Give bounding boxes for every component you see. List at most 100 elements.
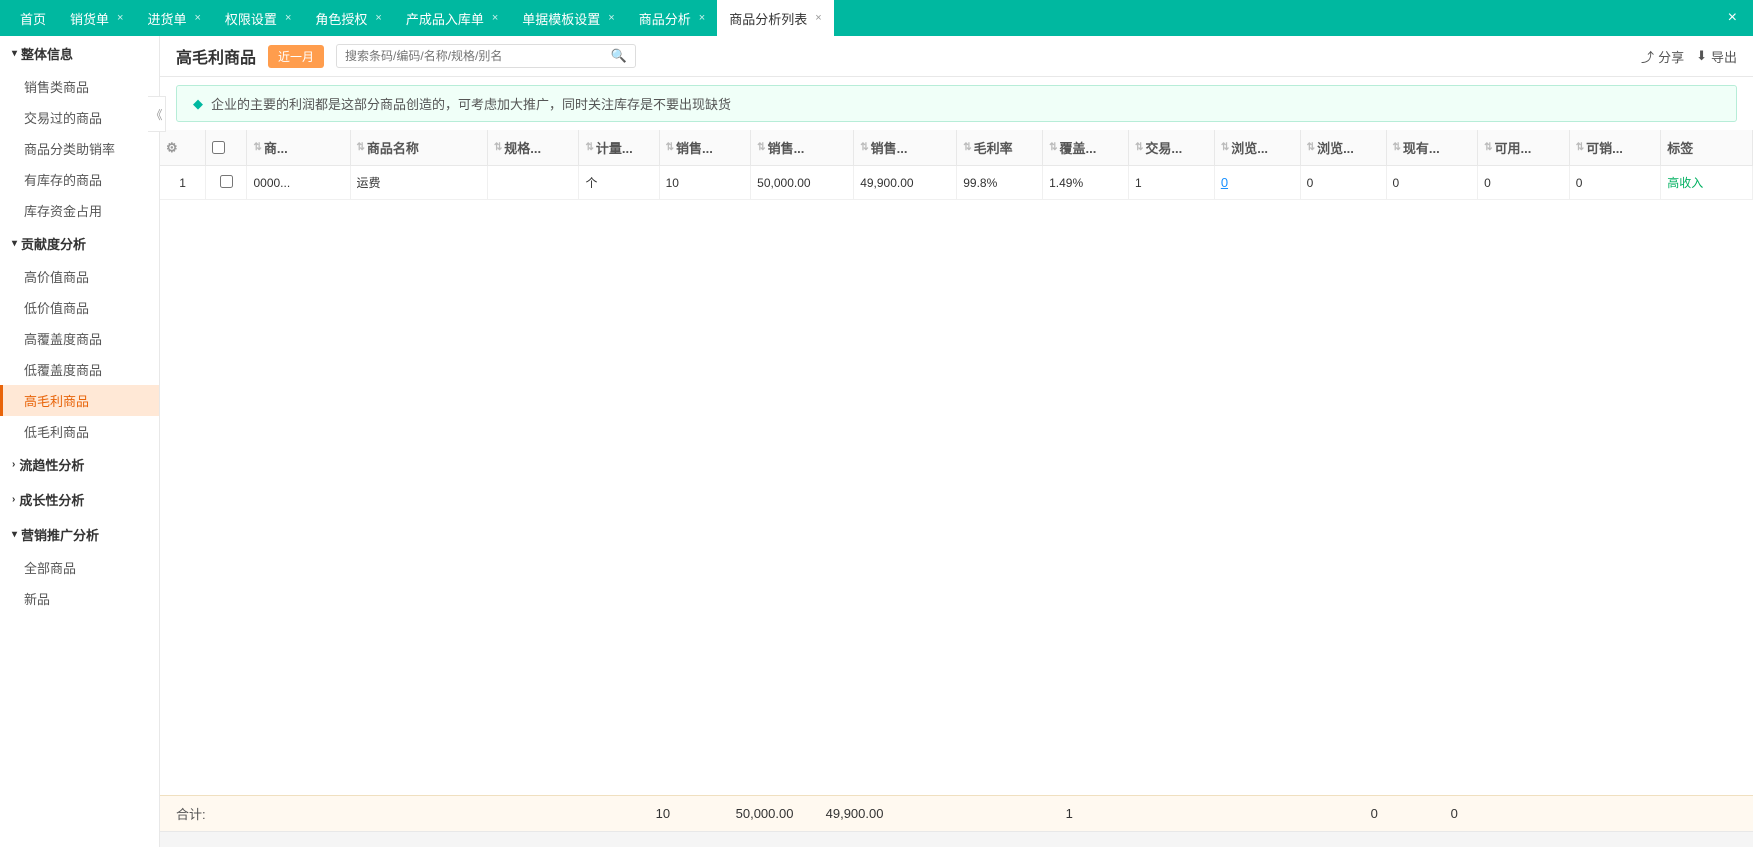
- nav-tab-goods-list[interactable]: 商品分析列表 ×: [717, 0, 833, 36]
- cell-check[interactable]: [206, 166, 247, 200]
- sidebar-section-marketing[interactable]: ▾ 营销推广分析: [0, 517, 159, 552]
- sidebar-item-low-margin[interactable]: 低毛利商品: [0, 416, 159, 447]
- cell-code: 0000...: [247, 166, 350, 200]
- sidebar-section-growth[interactable]: › 成长性分析: [0, 482, 159, 517]
- sort-icon[interactable]: ⇅: [1393, 142, 1401, 153]
- table-wrapper: ⚙ ⇅ 商...: [160, 130, 1753, 847]
- th-available-stock: ⇅ 可用...: [1478, 130, 1570, 166]
- select-all-checkbox[interactable]: [212, 141, 225, 154]
- close-template-tab[interactable]: ×: [608, 12, 614, 24]
- close-goods-list-tab[interactable]: ×: [815, 12, 821, 24]
- top-nav: 首页 销货单 × 进货单 × 权限设置 × 角色授权 × 产成品入库单 × 单据…: [0, 0, 1753, 36]
- search-icon[interactable]: 🔍: [611, 48, 627, 64]
- sidebar-section-contribution[interactable]: ▾ 贡献度分析: [0, 226, 159, 261]
- sidebar-item-stock-capital[interactable]: 库存资金占用: [0, 195, 159, 226]
- export-icon: ⬇: [1696, 48, 1707, 64]
- sidebar-item-sales-goods[interactable]: 销售类商品: [0, 71, 159, 102]
- cell-saleable: 0: [1569, 166, 1661, 200]
- th-browse2: ⇅ 浏览...: [1300, 130, 1386, 166]
- sidebar-item-low-value[interactable]: 低价值商品: [0, 292, 159, 323]
- sidebar-item-category-rate[interactable]: 商品分类助销率: [0, 133, 159, 164]
- content-title: 高毛利商品: [176, 44, 256, 68]
- nav-tab-role[interactable]: 角色授权 ×: [303, 0, 393, 36]
- horizontal-scrollbar[interactable]: [160, 831, 1753, 847]
- nav-tab-sales[interactable]: 销货单 ×: [58, 0, 135, 36]
- total-coverage-empty: [985, 806, 1060, 821]
- sort-icon[interactable]: ⇅: [1484, 142, 1492, 153]
- total-cell-empty6: [580, 806, 650, 821]
- nav-tab-purchase[interactable]: 进货单 ×: [135, 0, 212, 36]
- th-check: [206, 130, 247, 166]
- total-sales-qty: 10: [650, 806, 730, 821]
- content-header: 高毛利商品 近一月 🔍 ⤴ 分享 ⬇ 导出: [160, 36, 1753, 77]
- collapse-arrow-trend: ›: [12, 459, 15, 470]
- th-coverage: ⇅ 覆盖...: [1043, 130, 1129, 166]
- sidebar-item-high-margin[interactable]: 高毛利商品: [0, 385, 159, 416]
- total-browse1-empty: [1135, 806, 1210, 821]
- share-button[interactable]: ⤴ 分享: [1641, 47, 1684, 66]
- sidebar-item-stock-goods[interactable]: 有库存的商品: [0, 164, 159, 195]
- cell-browse1[interactable]: 0: [1214, 166, 1300, 200]
- search-box[interactable]: 🔍: [336, 44, 636, 68]
- cell-unit: 个: [579, 166, 659, 200]
- sort-icon[interactable]: ⇅: [585, 142, 593, 153]
- close-stock-in-tab[interactable]: ×: [492, 12, 498, 24]
- browse1-link[interactable]: 0: [1221, 175, 1228, 190]
- sort-icon[interactable]: ⇅: [1307, 142, 1315, 153]
- th-code: ⇅ 商...: [247, 130, 350, 166]
- cell-current-stock: 0: [1386, 166, 1478, 200]
- total-current-empty: [1285, 806, 1365, 821]
- nav-tab-stock-in[interactable]: 产成品入库单 ×: [394, 0, 510, 36]
- sidebar-item-high-coverage[interactable]: 高覆盖度商品: [0, 323, 159, 354]
- export-button[interactable]: ⬇ 导出: [1696, 47, 1737, 66]
- th-sales-profit: ⇅ 销售...: [854, 130, 957, 166]
- cell-tag: 高收入: [1661, 166, 1753, 200]
- cell-sales-profit: 49,900.00: [854, 166, 957, 200]
- search-input[interactable]: [345, 49, 611, 63]
- total-saleable: 0: [1445, 806, 1525, 821]
- th-unit: ⇅ 计量...: [579, 130, 659, 166]
- sort-icon[interactable]: ⇅: [860, 142, 868, 153]
- th-name: ⇅ 商品名称: [350, 130, 487, 166]
- sidebar-item-traded-goods[interactable]: 交易过的商品: [0, 102, 159, 133]
- nav-tab-template[interactable]: 单据模板设置 ×: [510, 0, 626, 36]
- cell-coverage: 1.49%: [1043, 166, 1129, 200]
- sidebar-item-high-value[interactable]: 高价值商品: [0, 261, 159, 292]
- sort-icon[interactable]: ⇅: [757, 142, 765, 153]
- settings-icon[interactable]: ⚙: [166, 140, 178, 156]
- close-purchase-tab[interactable]: ×: [194, 12, 200, 24]
- sort-icon[interactable]: ⇅: [666, 142, 674, 153]
- total-cell-empty3: [290, 806, 380, 821]
- total-sales-profit: 49,900.00: [820, 806, 910, 821]
- sort-icon[interactable]: ⇅: [253, 142, 261, 153]
- sort-icon[interactable]: ⇅: [1576, 142, 1584, 153]
- nav-tab-home[interactable]: 首页: [8, 0, 58, 36]
- sidebar-item-all-goods[interactable]: 全部商品: [0, 552, 159, 583]
- sort-icon[interactable]: ⇅: [494, 142, 502, 153]
- sidebar-section-trend[interactable]: › 流趋性分析: [0, 447, 159, 482]
- sort-icon[interactable]: ⇅: [963, 142, 971, 153]
- nav-tab-goods-analysis[interactable]: 商品分析 ×: [627, 0, 717, 36]
- row-checkbox[interactable]: [220, 175, 233, 188]
- collapse-arrow-overall: ▾: [12, 48, 17, 59]
- close-goods-analysis-tab[interactable]: ×: [699, 12, 705, 24]
- nav-tab-permission[interactable]: 权限设置 ×: [213, 0, 303, 36]
- sidebar-item-new-goods[interactable]: 新品: [0, 583, 159, 614]
- diamond-icon: ◆: [193, 96, 203, 112]
- collapse-arrow-contribution: ▾: [12, 238, 17, 249]
- nav-close-all[interactable]: ×: [1720, 9, 1745, 27]
- sidebar-item-low-coverage[interactable]: 低覆盖度商品: [0, 354, 159, 385]
- close-permission-tab[interactable]: ×: [285, 12, 291, 24]
- filter-recent-month-btn[interactable]: 近一月: [268, 45, 324, 68]
- sort-icon[interactable]: ⇅: [357, 142, 365, 153]
- total-cell-empty4: [380, 806, 500, 821]
- sort-icon[interactable]: ⇅: [1135, 142, 1143, 153]
- sort-icon[interactable]: ⇅: [1221, 142, 1229, 153]
- sidebar-collapse-button[interactable]: 《: [148, 96, 166, 132]
- close-role-tab[interactable]: ×: [375, 12, 381, 24]
- sidebar-section-overall[interactable]: ▾ 整体信息: [0, 36, 159, 71]
- sort-icon[interactable]: ⇅: [1049, 142, 1057, 153]
- th-spec: ⇅ 规格...: [487, 130, 579, 166]
- close-sales-tab[interactable]: ×: [117, 12, 123, 24]
- th-trade: ⇅ 交易...: [1128, 130, 1214, 166]
